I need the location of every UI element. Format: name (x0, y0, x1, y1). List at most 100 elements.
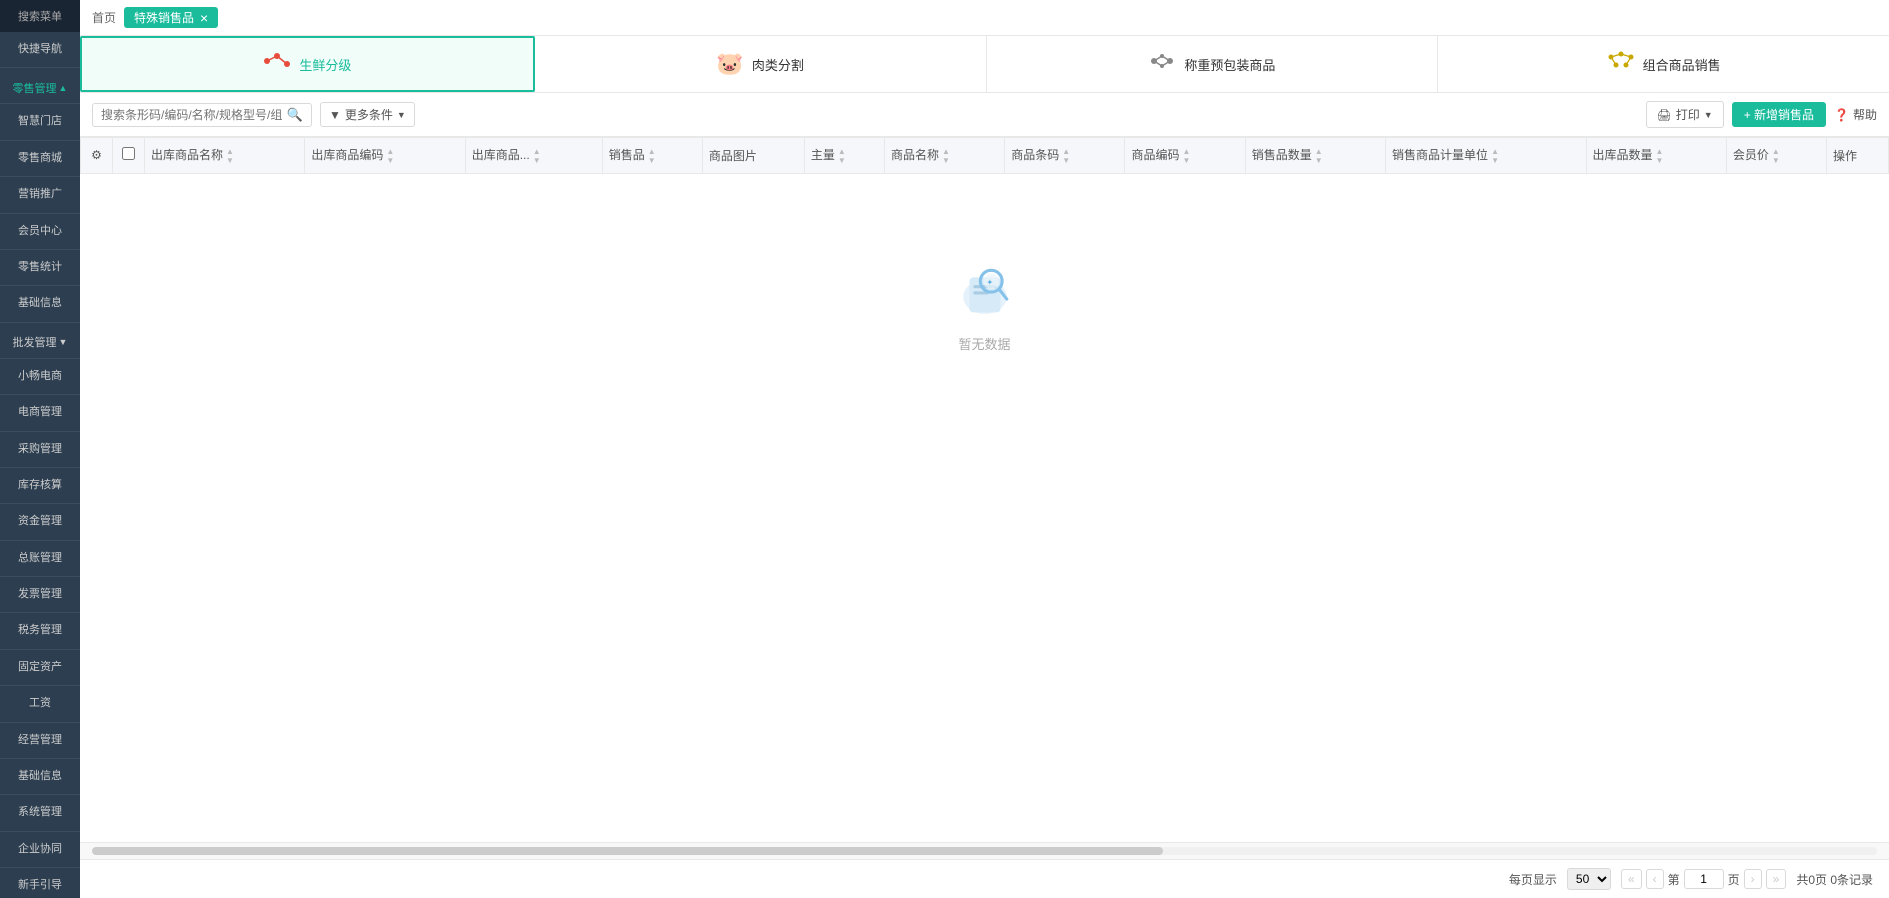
sidebar-item-invoice-mgmt[interactable]: 发票管理 (0, 577, 80, 613)
col-out-qty[interactable]: 出库品数量▲▼ (1586, 138, 1726, 174)
scrollbar-thumb[interactable] (92, 847, 1163, 855)
sidebar-item-label: 税务管理 (18, 624, 62, 636)
sidebar-item-retail-mgmt[interactable]: 零售管理 ▲ (0, 68, 80, 104)
sidebar-item-mini-ecom[interactable]: 小畅电商 (0, 359, 80, 395)
cat-tab-combo-sale[interactable]: 组合商品销售 (1438, 36, 1889, 92)
cat-tab-meat-cut-label: 肉类分割 (752, 55, 804, 74)
sidebar-item-label: 基础信息 (18, 770, 62, 782)
data-table: ⚙ 出库商品名称▲▼ 出库商品编码▲▼ 出库商品...▲▼ (80, 137, 1889, 433)
settings-icon: ⚙ (91, 148, 102, 162)
col-product-code[interactable]: 商品编码▲▼ (1125, 138, 1245, 174)
sidebar-item-wages[interactable]: 工资 (0, 686, 80, 722)
new-sale-button[interactable]: + 新增销售品 (1732, 102, 1826, 127)
per-page-select[interactable]: 50 (1567, 868, 1611, 890)
data-table-container: ⚙ 出库商品名称▲▼ 出库商品编码▲▼ 出库商品...▲▼ (80, 137, 1889, 842)
tab-close-icon[interactable]: × (200, 11, 208, 25)
select-all-checkbox[interactable] (122, 147, 135, 160)
search-input[interactable] (101, 108, 283, 122)
breadcrumb-home[interactable]: 首页 (92, 9, 116, 26)
sidebar-logo[interactable]: 搜索菜单 (0, 0, 80, 32)
search-box[interactable]: 🔍 (92, 103, 312, 127)
sidebar-item-inventory[interactable]: 库存核算 (0, 468, 80, 504)
col-product-name[interactable]: 商品名称▲▼ (884, 138, 1004, 174)
col-out-code[interactable]: 出库商品编码▲▼ (305, 138, 465, 174)
sidebar-item-label: 固定资产 (18, 661, 62, 673)
sidebar-item-label: 批发管理 (13, 334, 57, 350)
col-product-img: 商品图片 (702, 138, 804, 174)
filter-icon: ▼ (329, 108, 341, 122)
col-product-barcode[interactable]: 商品条码▲▼ (1005, 138, 1125, 174)
search-icon: 🔍 (287, 107, 303, 123)
page-input[interactable] (1684, 869, 1724, 889)
sidebar-item-gl-mgmt[interactable]: 总账管理 (0, 541, 80, 577)
sidebar-item-ecom-mgmt[interactable]: 电商管理 (0, 395, 80, 431)
help-label: 帮助 (1853, 106, 1877, 123)
col-main-unit[interactable]: 主量▲▼ (804, 138, 884, 174)
current-tab[interactable]: 特殊销售品 × (124, 7, 218, 28)
sidebar-item-basic-info2[interactable]: 基础信息 (0, 759, 80, 795)
sidebar-item-label: 采购管理 (18, 443, 62, 455)
sidebar-item-label: 小畅电商 (18, 370, 62, 382)
col-sale-qty[interactable]: 销售品数量▲▼ (1245, 138, 1385, 174)
next-page-button[interactable]: › (1744, 869, 1762, 889)
col-checkbox[interactable] (113, 138, 145, 174)
chevron-down-icon: ▼ (59, 337, 68, 347)
sidebar-item-funds-mgmt[interactable]: 资金管理 (0, 504, 80, 540)
sidebar-item-label: 零售统计 (18, 261, 62, 273)
sidebar-item-new-guide[interactable]: 新手引导 (0, 868, 80, 898)
sidebar-item-basic-info[interactable]: 基础信息 (0, 286, 80, 322)
sidebar-item-corp-agreement[interactable]: 企业协同 (0, 832, 80, 868)
col-actions: 操作 (1827, 138, 1889, 174)
sidebar-item-fixed-assets[interactable]: 固定资产 (0, 650, 80, 686)
sidebar-item-member-center[interactable]: 会员中心 (0, 214, 80, 250)
toolbar-right: 🖨 打印 ▼ + 新增销售品 ❓ 帮助 (1646, 101, 1877, 128)
col-member-price[interactable]: 会员价▲▼ (1726, 138, 1826, 174)
sidebar-item-ops-mgmt[interactable]: 经营管理 (0, 723, 80, 759)
sidebar-item-tax-mgmt[interactable]: 税务管理 (0, 613, 80, 649)
empty-state-icon: ✦ (945, 254, 1025, 324)
empty-state: ✦ 暂无数据 (81, 174, 1889, 433)
svg-text:✦: ✦ (986, 278, 993, 287)
sidebar-item-sales-promo[interactable]: 营销推广 (0, 177, 80, 213)
col-out-spec[interactable]: 出库商品...▲▼ (465, 138, 602, 174)
prev-page-button[interactable]: ‹ (1646, 869, 1664, 889)
sidebar-item-purchase-mgmt[interactable]: 采购管理 (0, 432, 80, 468)
col-settings[interactable]: ⚙ (81, 138, 113, 174)
sidebar-item-label: 经营管理 (18, 734, 62, 746)
toolbar: 🔍 ▼ 更多条件 ▼ 🖨 打印 ▼ + 新增销售品 ❓ 帮助 (80, 93, 1889, 137)
col-sale-unit[interactable]: 销售商品计量单位▲▼ (1386, 138, 1586, 174)
combo-sale-icon (1607, 50, 1635, 78)
sidebar-item-label: 资金管理 (18, 515, 62, 527)
sidebar-item-label: 基础信息 (18, 297, 62, 309)
weight-pkg-icon (1148, 50, 1176, 78)
last-page-button[interactable]: » (1766, 869, 1787, 889)
filter-button[interactable]: ▼ 更多条件 ▼ (320, 102, 415, 127)
empty-state-row: ✦ 暂无数据 (81, 173, 1889, 433)
sidebar-item-retail-mall[interactable]: 零售商城 (0, 141, 80, 177)
sidebar-item-label: 零售管理 (13, 80, 57, 96)
col-sale-item[interactable]: 销售品▲▼ (602, 138, 702, 174)
sidebar-item-label: 智慧门店 (18, 115, 62, 127)
sidebar-item-retail-stats[interactable]: 零售统计 (0, 250, 80, 286)
total-info: 共0页 0条记录 (1796, 871, 1873, 888)
chevron-down-icon: ▼ (1704, 110, 1713, 120)
sidebar-item-smart-store[interactable]: 智慧门店 (0, 104, 80, 140)
help-button[interactable]: ❓ 帮助 (1834, 106, 1877, 123)
cat-tab-weight-pkg[interactable]: 称重预包装商品 (987, 36, 1439, 92)
sidebar-item-wholesale-mgmt[interactable]: 批发管理 ▼ (0, 323, 80, 359)
sidebar-item-sys-mgmt[interactable]: 系统管理 (0, 795, 80, 831)
print-button[interactable]: 🖨 打印 ▼ (1646, 101, 1724, 128)
sidebar-item-quick-nav[interactable]: 快捷导航 (0, 32, 80, 68)
toolbar-left: 🔍 ▼ 更多条件 ▼ (92, 102, 415, 127)
table-header-row: ⚙ 出库商品名称▲▼ 出库商品编码▲▼ 出库商品...▲▼ (81, 138, 1889, 174)
col-out-name[interactable]: 出库商品名称▲▼ (145, 138, 305, 174)
sidebar-item-label: 企业协同 (18, 843, 62, 855)
sidebar-item-label: 发票管理 (18, 588, 62, 600)
cat-tab-meat-cut[interactable]: 🐷 肉类分割 (535, 36, 987, 92)
sidebar-item-label: 总账管理 (18, 552, 62, 564)
horizontal-scrollbar[interactable] (80, 842, 1889, 859)
page-suffix: 页 (1728, 871, 1740, 888)
help-icon: ❓ (1834, 108, 1849, 122)
cat-tab-fresh-grade[interactable]: 生鲜分级 (80, 36, 535, 92)
first-page-button[interactable]: « (1621, 869, 1642, 889)
